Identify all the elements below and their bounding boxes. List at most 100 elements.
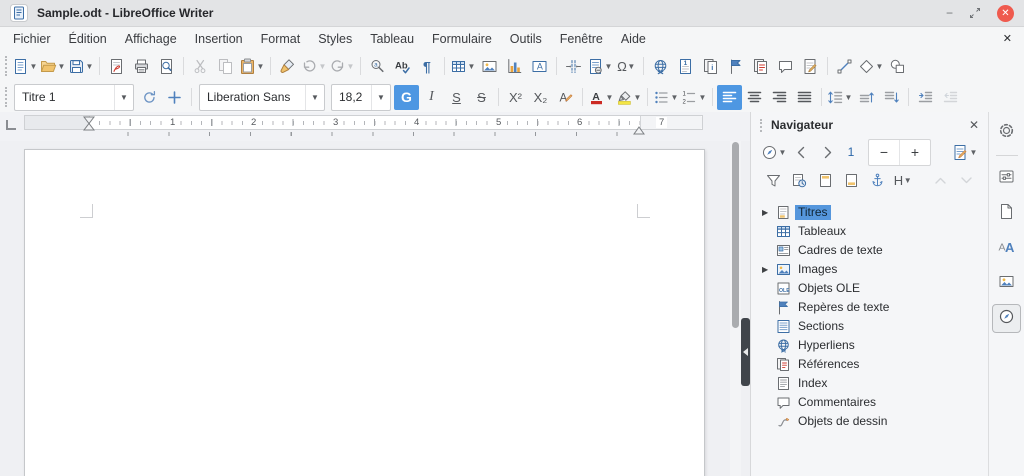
navigator-item-frames[interactable]: Cadres de texte	[751, 241, 988, 260]
dropdown-arrow-icon[interactable]: ▼	[604, 62, 613, 71]
minimize-button[interactable]: −	[946, 6, 953, 20]
line-spacing-button[interactable]: ▼	[826, 85, 854, 110]
insert-hyperlink-button[interactable]	[648, 54, 673, 79]
heading-levels-shown-button[interactable]: H▼	[890, 168, 916, 193]
insert-special-character-button[interactable]: Ω▼	[614, 54, 639, 79]
insert-endnote-button[interactable]: i	[698, 54, 723, 79]
sidebar-hide-handle[interactable]	[741, 318, 750, 386]
toolbar-grip[interactable]	[5, 87, 7, 107]
dropdown-arrow-icon[interactable]: ▼	[605, 93, 614, 102]
paragraph-style-combobox[interactable]: Titre 1▼	[14, 84, 134, 111]
italic-button[interactable]: I	[419, 85, 444, 110]
insert-bookmark-button[interactable]	[723, 54, 748, 79]
dropdown-arrow-icon[interactable]: ▼	[85, 62, 94, 71]
insert-comment-button[interactable]	[773, 54, 798, 79]
highlight-color-button[interactable]: ▼	[615, 85, 643, 110]
insert-field-button[interactable]: ▼	[586, 54, 614, 79]
menu-edition[interactable]: Édition	[60, 30, 116, 48]
navigator-item-images[interactable]: ▶Images	[751, 260, 988, 279]
vertical-scrollbar[interactable]	[730, 141, 741, 476]
navigator-item-tables[interactable]: Tableaux	[751, 222, 988, 241]
basic-shapes-button[interactable]: ▼	[857, 54, 885, 79]
align-left-button[interactable]	[717, 85, 742, 110]
find-and-replace-button[interactable]: a	[365, 54, 390, 79]
superscript-button[interactable]: X²	[503, 85, 528, 110]
font-color-button[interactable]: A▼	[587, 85, 615, 110]
menu-fenetre[interactable]: Fenêtre	[551, 30, 612, 48]
insert-chart-button[interactable]	[502, 54, 527, 79]
menu-format[interactable]: Format	[252, 30, 310, 48]
print-preview-button[interactable]	[154, 54, 179, 79]
numbered-list-button[interactable]: 12▼	[680, 85, 708, 110]
clone-formatting-button[interactable]	[275, 54, 300, 79]
increase-indent-button[interactable]	[913, 85, 938, 110]
dropdown-arrow-icon[interactable]: ▼	[256, 62, 265, 71]
navigator-item-sections[interactable]: Sections	[751, 317, 988, 336]
underline-button[interactable]: S	[444, 85, 469, 110]
print-button[interactable]	[129, 54, 154, 79]
navigator-item-ole[interactable]: OLEObjets OLE	[751, 279, 988, 298]
next-button[interactable]	[814, 140, 840, 165]
navigator-item-titles[interactable]: ▶Titres	[751, 203, 988, 222]
previous-page-button[interactable]: −	[869, 141, 899, 164]
next-page-button[interactable]: +	[900, 141, 930, 164]
dropdown-arrow-icon[interactable]: ▼	[875, 62, 884, 71]
document-page[interactable]	[24, 149, 705, 476]
menu-outils[interactable]: Outils	[501, 30, 551, 48]
track-changes-button[interactable]	[798, 54, 823, 79]
new-document-button[interactable]: ▼	[11, 54, 39, 79]
strikethrough-button[interactable]: S	[469, 85, 494, 110]
menu-insertion[interactable]: Insertion	[186, 30, 252, 48]
dropdown-arrow-icon[interactable]: ▼	[467, 62, 476, 71]
expander-icon[interactable]: ▶	[762, 265, 776, 274]
dropdown-arrow-icon[interactable]: ▼	[969, 148, 978, 157]
align-center-button[interactable]	[742, 85, 767, 110]
paste-button[interactable]: ▼	[238, 54, 266, 79]
open-button[interactable]: ▼	[39, 54, 67, 79]
menu-styles[interactable]: Styles	[309, 30, 361, 48]
dropdown-arrow-icon[interactable]: ▼	[633, 93, 642, 102]
navigator-item-drawings[interactable]: Objets de dessin	[751, 412, 988, 431]
sidebar-tab-styles[interactable]: AA	[992, 234, 1021, 263]
insert-page-break-button[interactable]	[561, 54, 586, 79]
right-indent-marker[interactable]	[633, 122, 645, 140]
navigator-item-indexes[interactable]: Index	[751, 374, 988, 393]
justify-button[interactable]	[792, 85, 817, 110]
dropdown-arrow-icon[interactable]: ▼	[318, 62, 327, 71]
chevron-down-icon[interactable]: ▼	[371, 85, 390, 110]
bullet-list-button[interactable]: ▼	[652, 85, 680, 110]
font-size-combobox[interactable]: 18,2▼	[331, 84, 391, 111]
content-navigation-view-button[interactable]	[760, 168, 786, 193]
close-button[interactable]: ✕	[997, 5, 1014, 22]
menu-fichier[interactable]: Fichier	[4, 30, 60, 48]
dropdown-arrow-icon[interactable]: ▼	[346, 62, 355, 71]
document-area[interactable]	[0, 141, 750, 476]
navigator-item-comments[interactable]: Commentaires	[751, 393, 988, 412]
update-style-button[interactable]	[137, 85, 162, 110]
header-button[interactable]	[812, 168, 838, 193]
show-draw-functions-button[interactable]	[885, 54, 910, 79]
set-reminder-button[interactable]	[786, 168, 812, 193]
navigator-close-button[interactable]: ✕	[969, 118, 979, 132]
chevron-down-icon[interactable]: ▼	[114, 85, 133, 110]
insert-cross-reference-button[interactable]	[748, 54, 773, 79]
dropdown-arrow-icon[interactable]: ▼	[778, 148, 787, 157]
increase-paragraph-spacing-button[interactable]	[854, 85, 879, 110]
navigator-item-bookmarks[interactable]: Repères de texte	[751, 298, 988, 317]
sidebar-tab-navigator[interactable]	[992, 304, 1021, 333]
expander-icon[interactable]: ▶	[762, 208, 776, 217]
dropdown-arrow-icon[interactable]: ▼	[627, 62, 636, 71]
restore-button[interactable]	[969, 7, 981, 19]
align-right-button[interactable]	[767, 85, 792, 110]
navigator-item-hyperlinks[interactable]: Hyperliens	[751, 336, 988, 355]
bold-button[interactable]: G	[394, 85, 419, 110]
insert-footnote-button[interactable]: 1	[673, 54, 698, 79]
sidebar-tab-gallery[interactable]	[992, 269, 1021, 298]
sidebar-tab-properties[interactable]	[992, 164, 1021, 193]
sidebar-tab-page[interactable]	[992, 199, 1021, 228]
panel-grip[interactable]	[760, 119, 762, 132]
menu-affichage[interactable]: Affichage	[116, 30, 186, 48]
dropdown-arrow-icon[interactable]: ▼	[698, 93, 707, 102]
dropdown-arrow-icon[interactable]: ▼	[670, 93, 679, 102]
save-button[interactable]: ▼	[67, 54, 95, 79]
